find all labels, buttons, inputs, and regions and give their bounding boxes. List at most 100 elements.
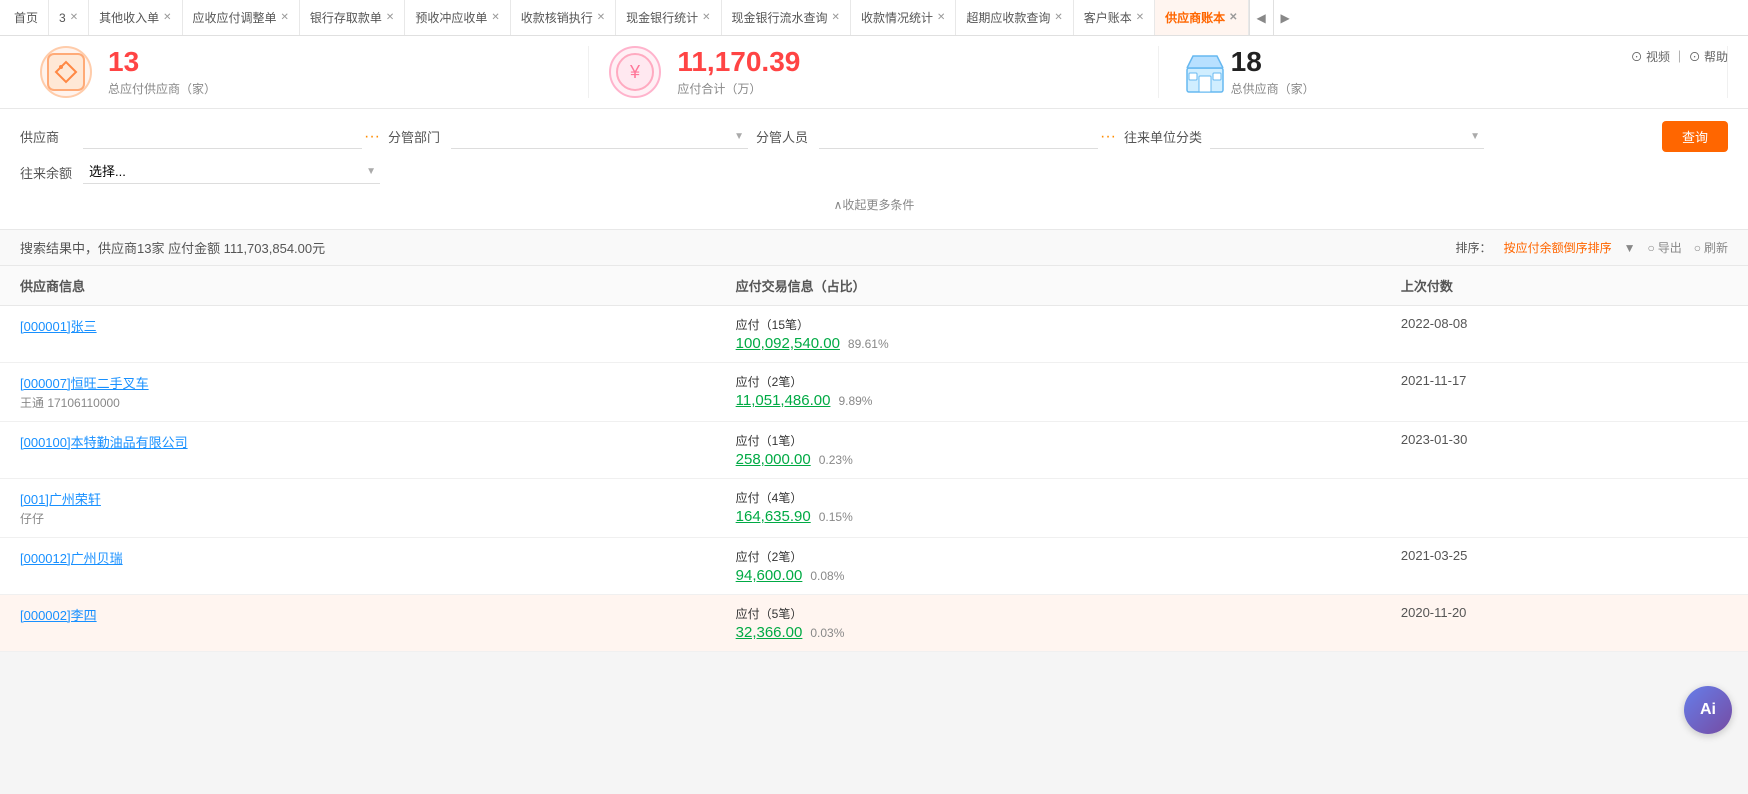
filter-row-1: 供应商 ··· 分管部门 ▼ 分管人员 ··· 往来单位分类 [20, 121, 1728, 152]
balance-select[interactable]: 选择... [83, 160, 380, 183]
tx-amount[interactable]: 11,051,486.00 [736, 392, 831, 409]
refresh-button[interactable]: ○ 刷新 [1694, 239, 1728, 256]
nav-tab-receipt-stats[interactable]: 收款情况统计 ✕ [851, 0, 956, 36]
tx-amount[interactable]: 100,092,540.00 [736, 335, 840, 352]
table-row: [000002]李四应付（5笔）32,366.000.03%2020-11-20 [0, 595, 1748, 652]
nav-tab-cash-bank-flow-label: 现金银行流水查询 [732, 9, 828, 26]
tx-amount[interactable]: 164,635.90 [736, 508, 811, 525]
export-label: 导出 [1658, 239, 1682, 256]
tx-percent: 0.03% [810, 626, 844, 640]
stat-payable-suppliers-label: 总应付供应商（家） [108, 80, 216, 97]
nav-tab-home[interactable]: 首页 [4, 0, 49, 36]
close-icon[interactable]: ✕ [702, 12, 710, 23]
dept-select[interactable] [451, 125, 748, 148]
nav-tab-other-income[interactable]: 其他收入单 ✕ [89, 0, 182, 36]
store-icon [1179, 46, 1231, 98]
close-icon[interactable]: ✕ [937, 12, 945, 23]
col-last-payment: 上次付数 [1381, 266, 1748, 306]
stat-payable-suppliers-number: 13 [108, 47, 216, 78]
supplier-info-cell: [000007]恒旺二手叉车王通 17106110000 [0, 363, 716, 422]
balance-select-wrapper: 选择... ▼ [83, 160, 380, 184]
supplier-link[interactable]: [000002]李四 [20, 605, 696, 624]
nav-tab-receipt-stats-label: 收款情况统计 [861, 9, 933, 26]
supplier-info-cell: [000100]本特勤油品有限公司 [0, 422, 716, 479]
ai-label: Ai [1700, 701, 1716, 719]
close-icon[interactable]: ✕ [597, 12, 605, 23]
close-icon[interactable]: ✕ [386, 12, 394, 23]
sort-value[interactable]: 按应付余额倒序排序 [1504, 239, 1612, 256]
col-supplier-info: 供应商信息 [0, 266, 716, 306]
export-button[interactable]: ○ 导出 [1647, 239, 1681, 256]
close-icon[interactable]: ✕ [1229, 12, 1237, 23]
supplier-dots-icon[interactable]: ··· [364, 128, 380, 146]
query-button[interactable]: 查询 [1662, 121, 1728, 152]
person-filter-label: 分管人员 [756, 127, 811, 146]
supplier-link[interactable]: [000012]广州贝瑞 [20, 548, 696, 567]
nav-tab-home-label: 首页 [14, 9, 38, 26]
stat-total-suppliers-number: 18 [1231, 47, 1315, 78]
close-icon[interactable]: ✕ [281, 12, 289, 23]
nav-tab-receipt-verify[interactable]: 收款核销执行 ✕ [511, 0, 616, 36]
nav-tab-3-label: 3 [59, 11, 66, 25]
close-icon[interactable]: ✕ [832, 12, 840, 23]
tx-info-cell: 应付（15笔）100,092,540.0089.61% [716, 306, 1381, 363]
filter-unit-type: 往来单位分类 ▼ [1124, 125, 1484, 149]
table-scroll[interactable]: 供应商信息 应付交易信息（占比） 上次付数 [000001]张三应付（15笔）1… [0, 266, 1748, 652]
nav-tab-customer-ledger[interactable]: 客户账本 ✕ [1074, 0, 1155, 36]
tx-amount[interactable]: 32,366.00 [736, 624, 803, 641]
tx-info-cell: 应付（2笔）11,051,486.009.89% [716, 363, 1381, 422]
nav-next-arrow[interactable]: ▶ [1273, 0, 1297, 36]
nav-prev-arrow[interactable]: ◀ [1249, 0, 1273, 36]
supplier-info-cell: [000001]张三 [0, 306, 716, 363]
tx-label: 应付（5笔） [736, 607, 803, 621]
tx-label: 应付（4笔） [736, 491, 803, 505]
nav-tab-supplier-ledger[interactable]: 供应商账本 ✕ [1155, 0, 1248, 36]
nav-tab-cash-bank-flow[interactable]: 现金银行流水查询 ✕ [722, 0, 851, 36]
person-input[interactable] [819, 125, 1098, 149]
tx-label: 应付（2笔） [736, 550, 803, 564]
supplier-link[interactable]: [000100]本特勤油品有限公司 [20, 432, 696, 451]
close-icon[interactable]: ✕ [491, 12, 499, 23]
nav-tab-overdue-ar[interactable]: 超期应收款查询 ✕ [956, 0, 1073, 36]
collapse-label: 收起更多条件 [842, 196, 914, 213]
filter-balance: 往来余额 选择... ▼ [20, 160, 380, 184]
last-payment-date: 2021-03-25 [1401, 548, 1468, 563]
tx-label: 应付（2笔） [736, 375, 803, 389]
stats-bar: 13 总应付供应商（家） ¥ 11,170.39 应付合计（万） [0, 36, 1748, 109]
nav-tab-bank-deposit[interactable]: 银行存取款单 ✕ [300, 0, 405, 36]
supplier-link[interactable]: [001]广州荣轩 [20, 489, 696, 508]
nav-tab-ar-ap-adjust-label: 应收应付调整单 [193, 9, 277, 26]
nav-tab-3[interactable]: 3 ✕ [49, 0, 89, 36]
table-row: [000100]本特勤油品有限公司应付（1笔）258,000.000.23%20… [0, 422, 1748, 479]
video-link[interactable]: ⊙ 视频 [1631, 50, 1670, 64]
supplier-input[interactable] [83, 125, 362, 149]
close-icon[interactable]: ✕ [1136, 12, 1144, 23]
close-icon[interactable]: ✕ [163, 12, 171, 23]
supplier-info-cell: [000012]广州贝瑞 [0, 538, 716, 595]
collapse-button[interactable]: ∧ 收起更多条件 [822, 192, 927, 217]
nav-tab-cash-bank-stats[interactable]: 现金银行统计 ✕ [616, 0, 721, 36]
tx-percent: 0.15% [819, 510, 853, 524]
tx-amount[interactable]: 258,000.00 [736, 451, 811, 468]
nav-tab-prepay-ar[interactable]: 预收冲应收单 ✕ [405, 0, 510, 36]
supplier-table: 供应商信息 应付交易信息（占比） 上次付数 [000001]张三应付（15笔）1… [0, 266, 1748, 652]
supplier-link[interactable]: [000007]恒旺二手叉车 [20, 373, 696, 392]
stat-payable-amount-content: 11,170.39 应付合计（万） [677, 47, 800, 97]
nav-tab-receipt-verify-label: 收款核销执行 [521, 9, 593, 26]
ai-button[interactable]: Ai [1684, 686, 1732, 734]
person-dots-icon[interactable]: ··· [1100, 128, 1116, 146]
supplier-link[interactable]: [000001]张三 [20, 316, 696, 335]
filter-person: 分管人员 ··· [756, 125, 1116, 149]
close-icon[interactable]: ✕ [1054, 12, 1062, 23]
navbar: 首页 3 ✕ 其他收入单 ✕ 应收应付调整单 ✕ 银行存取款单 ✕ 预收冲应收单… [0, 0, 1748, 36]
help-link[interactable]: ⊙ 帮助 [1689, 50, 1728, 64]
supplier-info-cell: [000002]李四 [0, 595, 716, 652]
tx-info-cell: 应付（2笔）94,600.000.08% [716, 538, 1381, 595]
close-icon[interactable]: ✕ [70, 12, 78, 23]
tx-amount[interactable]: 94,600.00 [736, 567, 803, 584]
supplier-sub: 仔仔 [20, 510, 696, 527]
nav-tab-ar-ap-adjust[interactable]: 应收应付调整单 ✕ [183, 0, 300, 36]
stat-payable-suppliers: 13 总应付供应商（家） [20, 46, 589, 98]
export-icon: ○ [1647, 241, 1654, 255]
unit-type-select[interactable] [1210, 125, 1484, 148]
